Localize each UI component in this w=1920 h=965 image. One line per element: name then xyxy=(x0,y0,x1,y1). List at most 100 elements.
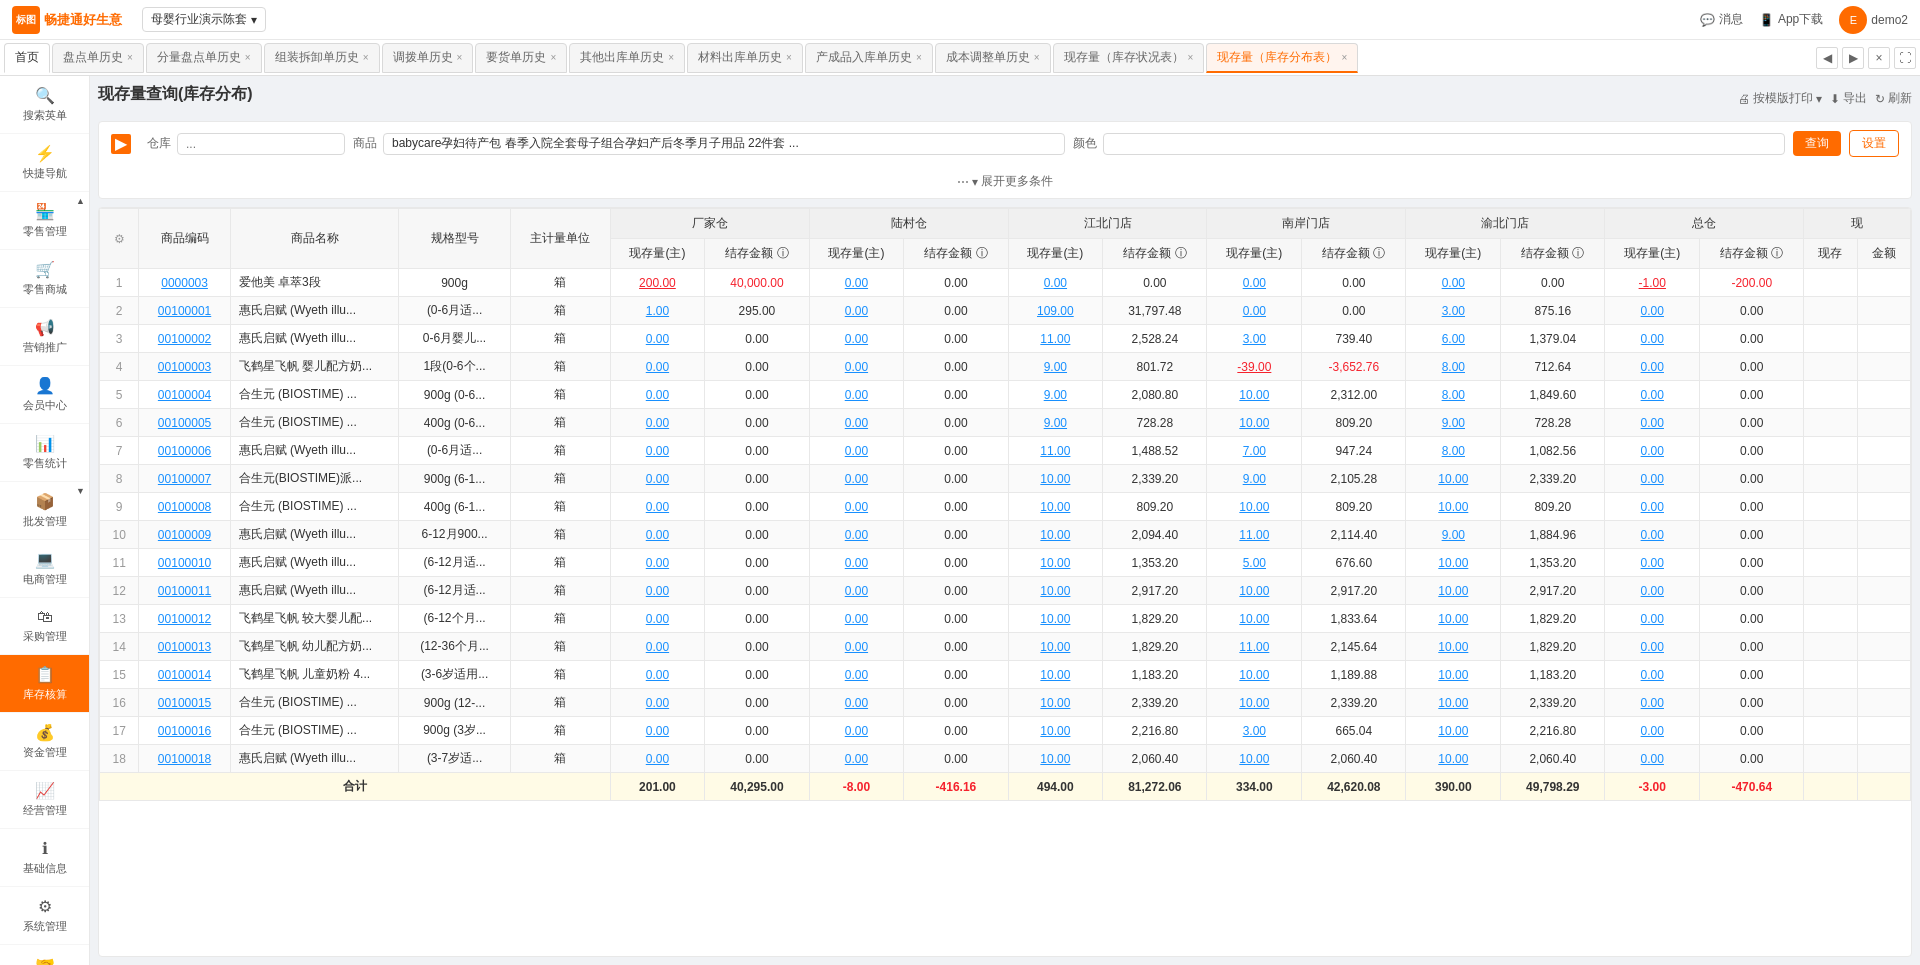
row-nanan-qty[interactable]: 0.00 xyxy=(1207,269,1302,297)
row-nanan-qty[interactable]: 10.00 xyxy=(1207,381,1302,409)
print-btn[interactable]: 🖨 按模版打印 ▾ xyxy=(1738,90,1822,107)
row-nanan-qty[interactable]: 10.00 xyxy=(1207,745,1302,773)
sidebar-item-retail[interactable]: 🏪 零售管理 ▲ xyxy=(0,192,89,250)
row-total-qty[interactable]: 0.00 xyxy=(1605,325,1700,353)
sidebar-item-operations[interactable]: 📈 经营管理 xyxy=(0,771,89,829)
row-yubei-qty[interactable]: 10.00 xyxy=(1406,661,1501,689)
tab-combo-split[interactable]: 组装拆卸单历史 × xyxy=(264,43,380,73)
row-nanan-qty[interactable]: 10.00 xyxy=(1207,577,1302,605)
row-nanan-qty[interactable]: 3.00 xyxy=(1207,717,1302,745)
row-lu-qty[interactable]: 0.00 xyxy=(809,717,904,745)
goods-input[interactable] xyxy=(383,133,1065,155)
app-download-btn[interactable]: 📱 App下载 xyxy=(1759,11,1823,28)
sidebar-item-nav[interactable]: ⚡ 快捷导航 xyxy=(0,134,89,192)
row-factory-qty[interactable]: 0.00 xyxy=(610,493,705,521)
tab-stock-status-close[interactable]: × xyxy=(1188,52,1194,63)
tab-purchase-order[interactable]: 要货单历史 × xyxy=(475,43,567,73)
row-total-qty[interactable]: 0.00 xyxy=(1605,297,1700,325)
row-jiangbei-qty[interactable]: 10.00 xyxy=(1008,549,1103,577)
row-yubei-qty[interactable]: 10.00 xyxy=(1406,689,1501,717)
row-total-qty[interactable]: 0.00 xyxy=(1605,745,1700,773)
row-factory-qty[interactable]: 0.00 xyxy=(610,409,705,437)
row-jiangbei-qty[interactable]: 10.00 xyxy=(1008,689,1103,717)
tab-nav-expand[interactable]: ⛶ xyxy=(1894,47,1916,69)
row-factory-qty[interactable]: 1.00 xyxy=(610,297,705,325)
row-yubei-qty[interactable]: 10.00 xyxy=(1406,493,1501,521)
row-yubei-qty[interactable]: 10.00 xyxy=(1406,717,1501,745)
warehouse-input[interactable] xyxy=(177,133,345,155)
tab-branch-inventory-close[interactable]: × xyxy=(245,52,251,63)
row-code[interactable]: 00100015 xyxy=(139,689,230,717)
row-nanan-qty[interactable]: 5.00 xyxy=(1207,549,1302,577)
row-code[interactable]: 00100002 xyxy=(139,325,230,353)
settings-button[interactable]: 设置 xyxy=(1849,130,1899,157)
row-lu-qty[interactable]: 0.00 xyxy=(809,325,904,353)
row-total-qty[interactable]: 0.00 xyxy=(1605,353,1700,381)
tab-inventory-check-close[interactable]: × xyxy=(127,52,133,63)
row-code[interactable]: 00100006 xyxy=(139,437,230,465)
row-total-qty[interactable]: 0.00 xyxy=(1605,689,1700,717)
row-factory-qty[interactable]: 0.00 xyxy=(610,521,705,549)
sidebar-item-member[interactable]: 👤 会员中心 xyxy=(0,366,89,424)
row-factory-qty[interactable]: 0.00 xyxy=(610,549,705,577)
row-factory-qty[interactable]: 0.00 xyxy=(610,437,705,465)
row-total-qty[interactable]: 0.00 xyxy=(1605,493,1700,521)
row-factory-qty[interactable]: 0.00 xyxy=(610,325,705,353)
row-factory-qty[interactable]: 0.00 xyxy=(610,577,705,605)
row-yubei-qty[interactable]: 10.00 xyxy=(1406,577,1501,605)
sidebar-item-search[interactable]: 🔍 搜索英单 xyxy=(0,76,89,134)
row-yubei-qty[interactable]: 8.00 xyxy=(1406,381,1501,409)
row-yubei-qty[interactable]: 8.00 xyxy=(1406,437,1501,465)
row-nanan-qty[interactable]: 11.00 xyxy=(1207,521,1302,549)
tab-combo-split-close[interactable]: × xyxy=(363,52,369,63)
tab-cost-adjust-close[interactable]: × xyxy=(1034,52,1040,63)
row-nanan-qty[interactable]: 7.00 xyxy=(1207,437,1302,465)
refresh-btn[interactable]: ↻ 刷新 xyxy=(1875,90,1912,107)
row-jiangbei-qty[interactable]: 10.00 xyxy=(1008,605,1103,633)
row-lu-qty[interactable]: 0.00 xyxy=(809,269,904,297)
row-total-qty[interactable]: -1.00 xyxy=(1605,269,1700,297)
row-factory-qty[interactable]: 0.00 xyxy=(610,717,705,745)
row-code[interactable]: 00100012 xyxy=(139,605,230,633)
row-nanan-qty[interactable]: 9.00 xyxy=(1207,465,1302,493)
row-factory-qty[interactable]: 200.00 xyxy=(610,269,705,297)
row-jiangbei-qty[interactable]: 11.00 xyxy=(1008,325,1103,353)
row-nanan-qty[interactable]: 3.00 xyxy=(1207,325,1302,353)
message-btn[interactable]: 💬 消息 xyxy=(1700,11,1743,28)
sidebar-item-wholesale[interactable]: 📦 批发管理 ▼ xyxy=(0,482,89,540)
col-settings[interactable]: ⚙ xyxy=(100,209,139,269)
row-total-qty[interactable]: 0.00 xyxy=(1605,381,1700,409)
row-lu-qty[interactable]: 0.00 xyxy=(809,605,904,633)
row-code[interactable]: 00100004 xyxy=(139,381,230,409)
tab-stock-dist[interactable]: 现存量（库存分布表） × xyxy=(1206,43,1358,73)
row-total-qty[interactable]: 0.00 xyxy=(1605,717,1700,745)
row-nanan-qty[interactable]: 0.00 xyxy=(1207,297,1302,325)
row-lu-qty[interactable]: 0.00 xyxy=(809,409,904,437)
sidebar-item-system[interactable]: ⚙ 系统管理 xyxy=(0,887,89,945)
query-button[interactable]: 查询 xyxy=(1793,131,1841,156)
row-jiangbei-qty[interactable]: 109.00 xyxy=(1008,297,1103,325)
row-yubei-qty[interactable]: 10.00 xyxy=(1406,605,1501,633)
row-jiangbei-qty[interactable]: 10.00 xyxy=(1008,717,1103,745)
color-input[interactable] xyxy=(1103,133,1785,155)
row-yubei-qty[interactable]: 8.00 xyxy=(1406,353,1501,381)
user-area[interactable]: E demo2 xyxy=(1839,6,1908,34)
tab-transfer[interactable]: 调拨单历史 × xyxy=(382,43,474,73)
export-btn[interactable]: ⬇ 导出 xyxy=(1830,90,1867,107)
row-jiangbei-qty[interactable]: 11.00 xyxy=(1008,437,1103,465)
tab-nav-right[interactable]: ▶ xyxy=(1842,47,1864,69)
row-code[interactable]: 00100008 xyxy=(139,493,230,521)
row-factory-qty[interactable]: 0.00 xyxy=(610,745,705,773)
row-nanan-qty[interactable]: 10.00 xyxy=(1207,689,1302,717)
sidebar-item-purchase[interactable]: 🛍 采购管理 xyxy=(0,598,89,655)
row-total-qty[interactable]: 0.00 xyxy=(1605,409,1700,437)
row-yubei-qty[interactable]: 6.00 xyxy=(1406,325,1501,353)
row-yubei-qty[interactable]: 9.00 xyxy=(1406,409,1501,437)
row-yubei-qty[interactable]: 10.00 xyxy=(1406,633,1501,661)
row-lu-qty[interactable]: 0.00 xyxy=(809,577,904,605)
row-lu-qty[interactable]: 0.00 xyxy=(809,297,904,325)
row-code[interactable]: 00100013 xyxy=(139,633,230,661)
tab-stock-dist-close[interactable]: × xyxy=(1341,52,1347,63)
row-code[interactable]: 0000003 xyxy=(139,269,230,297)
tab-material-out[interactable]: 材料出库单历史 × xyxy=(687,43,803,73)
